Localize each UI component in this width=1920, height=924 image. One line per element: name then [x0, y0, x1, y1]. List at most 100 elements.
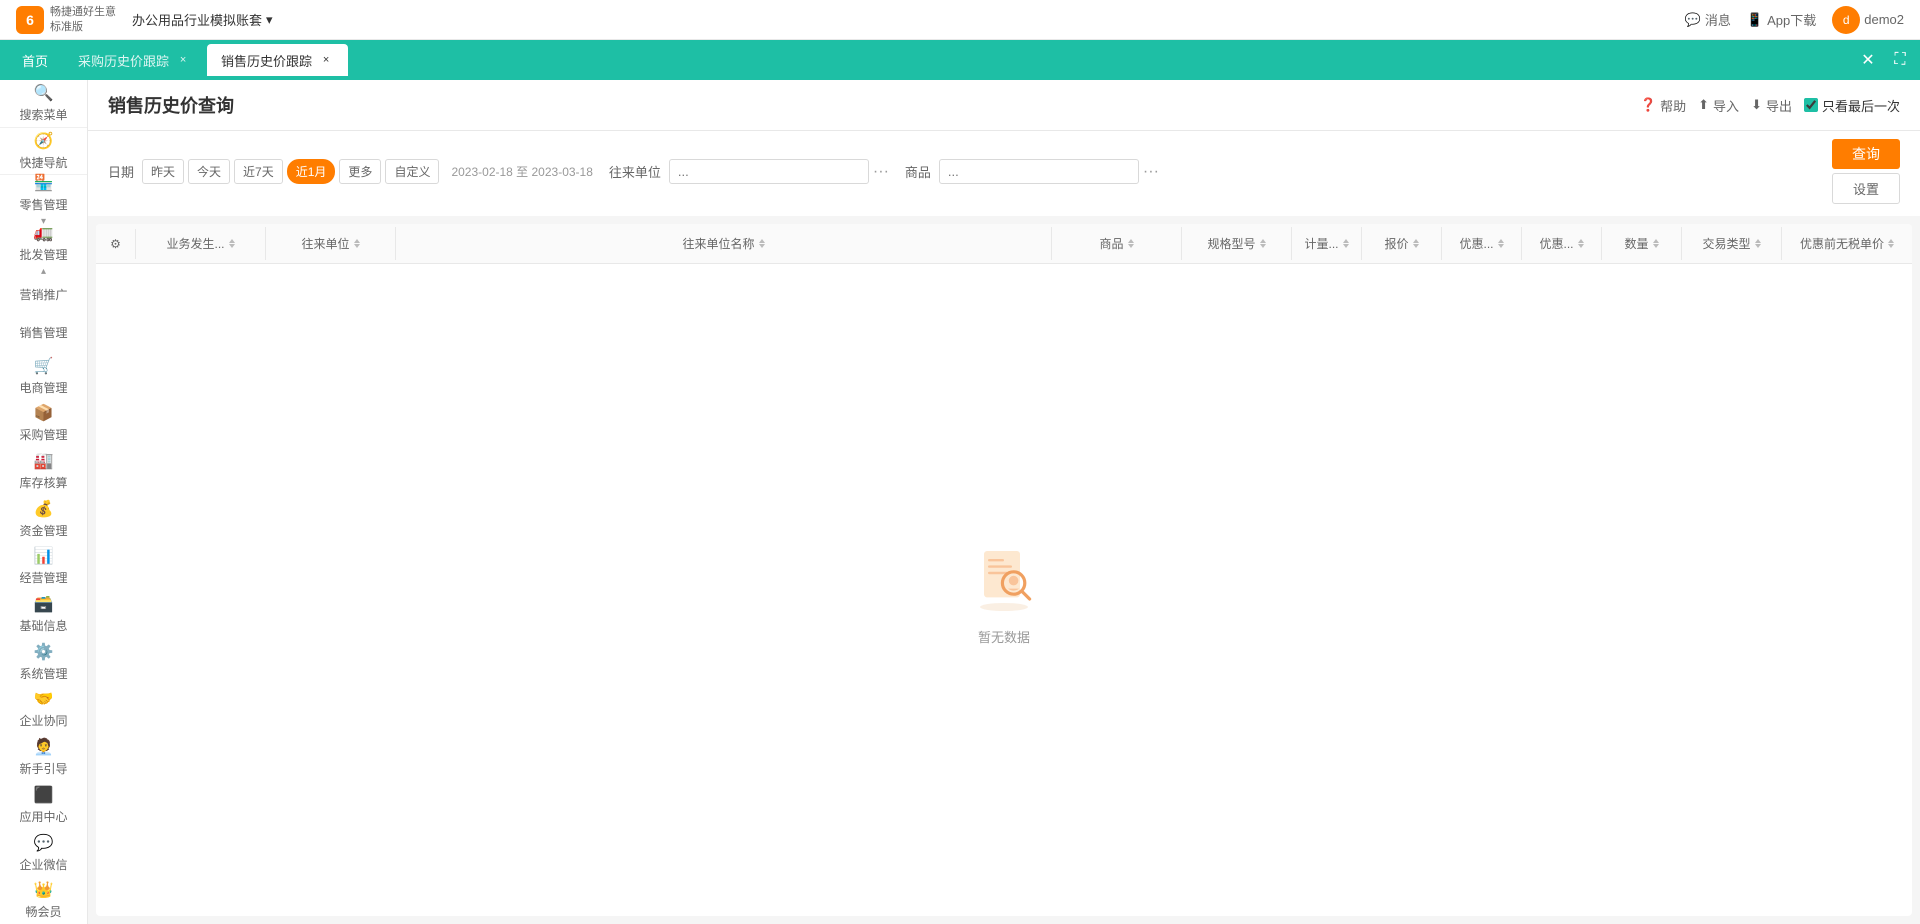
filter-bar: 日期 昨天 今天 近7天 近1月 更多 自定义 2023-02-18 至 202… [88, 131, 1920, 216]
th-notax-price[interactable]: 优惠前无税单价 [1782, 227, 1912, 260]
sidebar-item-enterprise-coop[interactable]: 🤝 企业协同 [0, 686, 87, 734]
th-discount1[interactable]: 优惠... [1442, 227, 1522, 260]
sidebar-item-onboarding[interactable]: 🧑‍💼 新手引导 [0, 733, 87, 781]
sidebar-label-inventory: 库存核算 [19, 474, 67, 491]
show-last-only-checkbox[interactable] [1804, 98, 1818, 112]
sidebar-label-sales-mgmt: 销售管理 [19, 324, 67, 341]
sidebar-label-operations: 经营管理 [19, 569, 67, 586]
help-icon: ❓ [1640, 97, 1656, 113]
mobile-icon: 📱 [1747, 12, 1763, 28]
content-area: 销售历史价查询 ❓ 帮助 ⬆ 导入 ⬇ 导出 [88, 80, 1920, 924]
date-btn-custom[interactable]: 自定义 [385, 159, 439, 184]
th-qty[interactable]: 数量 [1602, 227, 1682, 260]
date-btn-last1month[interactable]: 近1月 [287, 159, 336, 184]
sales-history-close-icon[interactable]: × [318, 52, 334, 68]
sidebar-item-operations[interactable]: 📊 经营管理 [0, 543, 87, 591]
product-filter-group: 商品 ··· [905, 159, 1159, 184]
sort-trade-icon [1755, 239, 1761, 248]
sidebar-item-wholesale[interactable]: 🚛 批发管理 ▴ [0, 225, 87, 275]
sidebar-item-ecommerce[interactable]: 🛒 电商管理 [0, 352, 87, 400]
th-product[interactable]: 商品 [1052, 227, 1182, 260]
sort-spec-icon [1260, 239, 1266, 248]
guide-icon: 🧑‍💼 [34, 737, 54, 757]
money-icon: 💰 [34, 499, 54, 519]
sort-discount2-icon [1578, 239, 1584, 248]
sort-discount1-icon [1498, 239, 1504, 248]
export-button[interactable]: ⬇ 导出 [1751, 96, 1792, 115]
sidebar-subitem-sales-mgmt[interactable]: 销售管理 [0, 314, 87, 352]
query-button[interactable]: 查询 [1832, 139, 1900, 169]
th-discount1-label: 优惠... [1459, 235, 1493, 252]
box-icon: 📦 [34, 403, 54, 423]
message-button[interactable]: 💬 消息 [1685, 10, 1731, 29]
sidebar-item-enterprise-wechat[interactable]: 💬 企业微信 [0, 829, 87, 877]
workspace-selector[interactable]: 办公用品行业模拟账套 ▾ [124, 6, 281, 33]
sidebar-item-quick-nav[interactable]: 🧭 快捷导航 [0, 128, 87, 176]
th-unit[interactable]: 计量... [1292, 227, 1362, 260]
sidebar-label-finance: 资金管理 [19, 522, 67, 539]
sidebar-item-retail[interactable]: 🏪 零售管理 ▾ [0, 175, 87, 225]
th-gear[interactable]: ⚙ [96, 229, 136, 259]
th-date[interactable]: 业务发生... [136, 227, 266, 260]
th-unit-name-label: 往来单位名称 [682, 235, 754, 252]
th-spec[interactable]: 规格型号 [1182, 227, 1292, 260]
sidebar-label-basic-info: 基础信息 [19, 617, 67, 634]
sidebar-item-search-menu[interactable]: 🔍 搜索菜单 [0, 80, 87, 128]
product-picker-icon[interactable]: ··· [1143, 163, 1159, 181]
top-bar-left: 6 畅捷通好生意 标准版 办公用品行业模拟账套 ▾ [16, 5, 281, 34]
th-unit-code[interactable]: 往来单位 [266, 227, 396, 260]
sidebar-label-retail: 零售管理 [19, 196, 67, 213]
sidebar-label-app-center: 应用中心 [19, 808, 67, 825]
handshake-icon: 🤝 [34, 689, 54, 709]
tab-purchase-history[interactable]: 采购历史价跟踪 × [64, 44, 205, 76]
th-unit-name[interactable]: 往来单位名称 [396, 227, 1052, 260]
th-discount2[interactable]: 优惠... [1522, 227, 1602, 260]
export-icon: ⬇ [1751, 97, 1762, 113]
import-button[interactable]: ⬆ 导入 [1698, 96, 1739, 115]
database-icon: 🗃️ [34, 594, 54, 614]
close-all-tabs-button[interactable]: ✕ [1856, 48, 1880, 72]
sidebar-item-purchase-mgmt[interactable]: 📦 采购管理 [0, 399, 87, 447]
th-date-label: 业务发生... [166, 235, 224, 252]
apps-icon: ⬛ [34, 785, 54, 805]
tab-sales-history[interactable]: 销售历史价跟踪 × [207, 44, 348, 76]
user-profile[interactable]: d demo2 [1832, 6, 1904, 34]
sort-unit-icon [1343, 239, 1349, 248]
sidebar-item-system[interactable]: ⚙️ 系统管理 [0, 638, 87, 686]
th-qty-label: 数量 [1624, 235, 1648, 252]
page-header: 销售历史价查询 ❓ 帮助 ⬆ 导入 ⬇ 导出 [88, 80, 1920, 131]
th-trade[interactable]: 交易类型 [1682, 227, 1782, 260]
sort-unit-name-icon [759, 239, 765, 248]
sidebar-item-inventory[interactable]: 🏭 库存核算 [0, 447, 87, 495]
page-title-row: 销售历史价查询 ❓ 帮助 ⬆ 导入 ⬇ 导出 [108, 92, 1900, 118]
compass-icon: 🧭 [34, 131, 54, 151]
date-btn-yesterday[interactable]: 昨天 [142, 159, 184, 184]
tab-bar: 首页 采购历史价跟踪 × 销售历史价跟踪 × ✕ ⛶ [0, 40, 1920, 80]
help-button[interactable]: ❓ 帮助 [1640, 96, 1686, 115]
th-price[interactable]: 报价 [1362, 227, 1442, 260]
sidebar-item-finance[interactable]: 💰 资金管理 [0, 495, 87, 543]
import-icon: ⬆ [1698, 97, 1709, 113]
maximize-button[interactable]: ⛶ [1888, 48, 1912, 72]
date-btn-today[interactable]: 今天 [188, 159, 230, 184]
sidebar-subitem-marketing[interactable]: 营销推广 [0, 275, 87, 313]
partner-label: 往来单位 [609, 162, 661, 181]
date-btn-last7days[interactable]: 近7天 [234, 159, 283, 184]
tab-home[interactable]: 首页 [8, 44, 62, 76]
sidebar-item-vip[interactable]: 👑 畅会员 [0, 876, 87, 924]
empty-state: 暂无数据 [96, 264, 1912, 916]
partner-input[interactable] [669, 159, 869, 184]
partner-picker-icon[interactable]: ··· [873, 163, 889, 181]
sidebar-item-app-center[interactable]: ⬛ 应用中心 [0, 781, 87, 829]
purchase-history-close-icon[interactable]: × [175, 52, 191, 68]
sidebar-item-basic-info[interactable]: 🗃️ 基础信息 [0, 590, 87, 638]
settings-button[interactable]: 设置 [1832, 173, 1900, 204]
sidebar-label-enterprise-coop: 企业协同 [19, 712, 67, 729]
app-download-button[interactable]: 📱 App下载 [1747, 10, 1816, 29]
workspace-dropdown-icon: ▾ [266, 12, 273, 28]
search-icon: 🔍 [34, 83, 54, 103]
tab-bar-actions: ✕ ⛶ [1856, 48, 1912, 72]
top-bar: 6 畅捷通好生意 标准版 办公用品行业模拟账套 ▾ 💬 消息 📱 App下载 d… [0, 0, 1920, 40]
product-input[interactable] [939, 159, 1139, 184]
date-btn-more[interactable]: 更多 [339, 159, 381, 184]
